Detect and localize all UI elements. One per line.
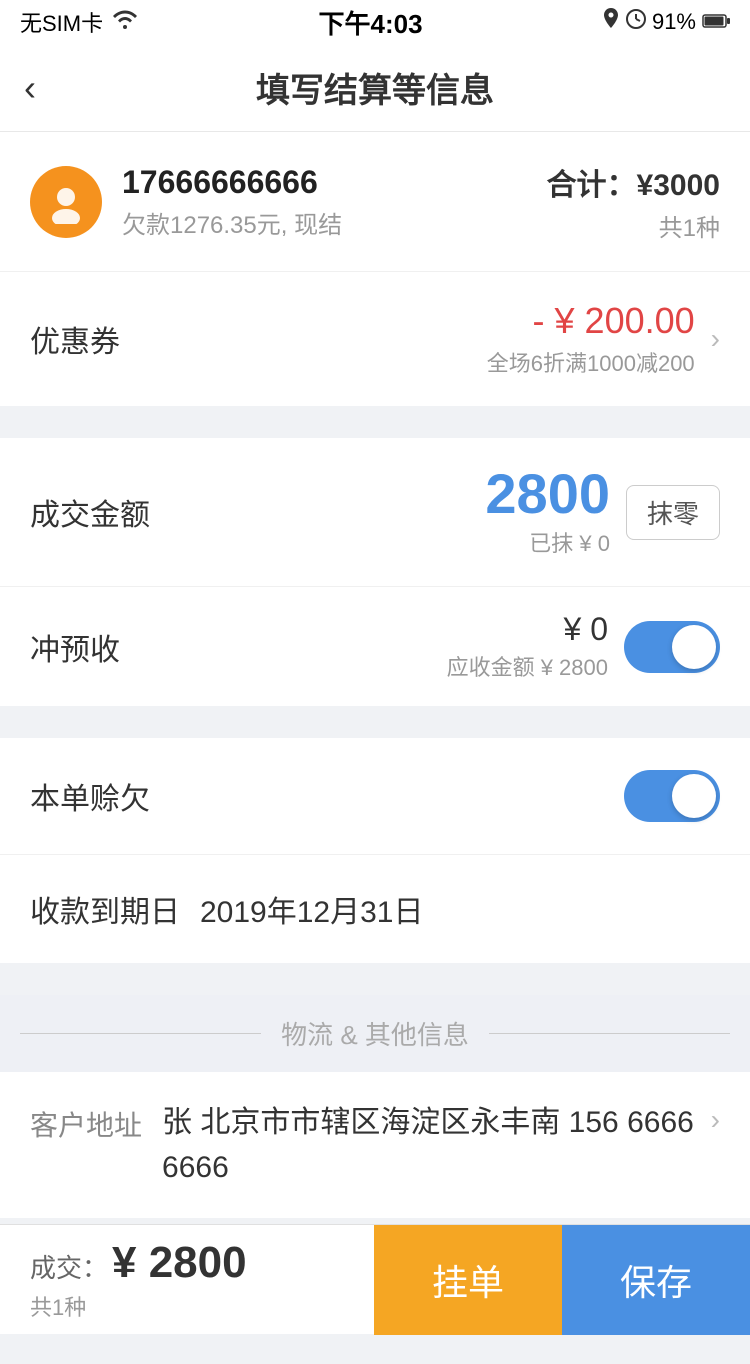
location-icon	[602, 8, 620, 36]
bottom-bar: 成交： ¥ 2800 共1种 挂单 保存	[0, 1224, 750, 1334]
coupon-discount: - ¥ 200.00	[487, 300, 695, 342]
debt-toggle[interactable]	[624, 770, 720, 822]
battery-icon	[702, 9, 730, 35]
total-amount: 合计：¥3000	[547, 160, 720, 204]
bottom-deal-count: 共1种	[30, 1290, 344, 1322]
coupon-desc: 全场6折满1000减200	[487, 346, 695, 378]
bottom-deal-label: 成交：	[30, 1248, 108, 1285]
status-right: 91%	[602, 8, 730, 36]
pre-collect-amount-wrap: ¥ 0 应收金额 ¥ 2800	[447, 611, 608, 682]
pre-collect-label: 冲预收	[30, 625, 447, 669]
nav-bar: ‹ 填写结算等信息	[0, 44, 750, 132]
pre-collect-toggle[interactable]	[624, 621, 720, 673]
wipe-zero-button[interactable]: 抹零	[626, 485, 720, 540]
pre-collect-amount: ¥ 0	[447, 611, 608, 648]
deal-amount-value: 2800	[485, 466, 610, 522]
user-phone: 17666666666	[122, 164, 547, 201]
user-debt: 欠款1276.35元, 现结	[122, 205, 547, 240]
coupon-row[interactable]: 优惠券 - ¥ 200.00 全场6折满1000减200 ›	[0, 271, 750, 406]
coupon-arrow-icon: ›	[711, 323, 720, 355]
clock-icon	[626, 9, 646, 35]
pre-collect-desc: 应收金额 ¥ 2800	[447, 650, 608, 682]
debt-label: 本单赊欠	[30, 774, 624, 818]
coupon-label: 优惠券	[30, 317, 487, 361]
deal-section: 成交金额 2800 已抹 ¥ 0 抹零 冲预收 ¥ 0 应收金额 ¥ 2800	[0, 438, 750, 706]
pre-collect-right: ¥ 0 应收金额 ¥ 2800	[447, 611, 720, 682]
sim-status: 无SIM卡	[20, 6, 103, 38]
separator-1	[0, 422, 750, 438]
deal-amount-right: 2800 已抹 ¥ 0 抹零	[485, 466, 720, 558]
status-time: 下午4:03	[319, 4, 423, 41]
toggle-knob	[672, 625, 716, 669]
debt-row: 本单赊欠	[0, 738, 750, 854]
logistics-divider-text: 物流 & 其他信息	[281, 1015, 469, 1052]
address-section: 客户地址 张 北京市市辖区海淀区永丰南 156 6666 6666 ›	[0, 1072, 750, 1218]
logistics-divider: 物流 & 其他信息	[0, 995, 750, 1072]
deal-wiped-text: 已抹 ¥ 0	[485, 526, 610, 558]
wifi-icon	[111, 9, 139, 35]
user-info-row: 17666666666 欠款1276.35元, 现结 合计：¥3000 共1种	[0, 132, 750, 271]
pre-collect-row: 冲预收 ¥ 0 应收金额 ¥ 2800	[0, 586, 750, 706]
status-bar: 无SIM卡 下午4:03 91%	[0, 0, 750, 44]
status-left: 无SIM卡	[20, 6, 139, 38]
user-info-main: 17666666666 欠款1276.35元, 现结	[122, 164, 547, 240]
total-count: 共1种	[547, 208, 720, 243]
due-date-label: 收款到期日	[30, 887, 180, 931]
user-total: 合计：¥3000 共1种	[547, 160, 720, 243]
separator-3	[0, 979, 750, 995]
battery-percent: 91%	[652, 9, 696, 35]
separator-2	[0, 722, 750, 738]
divider-line-left	[20, 1033, 261, 1034]
address-content: 张 北京市市辖区海淀区永丰南 156 6666 6666	[162, 1100, 711, 1190]
avatar	[30, 166, 102, 238]
divider-line-right	[489, 1033, 730, 1034]
user-info-section: 17666666666 欠款1276.35元, 现结 合计：¥3000 共1种 …	[0, 132, 750, 406]
debt-section: 本单赊欠 收款到期日 2019年12月31日	[0, 738, 750, 963]
save-button[interactable]: 保存	[562, 1225, 750, 1335]
deal-amount-wrap: 2800 已抹 ¥ 0	[485, 466, 610, 558]
coupon-value: - ¥ 200.00 全场6折满1000减200	[487, 300, 695, 378]
back-button[interactable]: ‹	[24, 67, 36, 109]
deal-amount-label: 成交金额	[30, 490, 485, 534]
bottom-info: 成交： ¥ 2800 共1种	[0, 1238, 374, 1322]
hang-order-button[interactable]: 挂单	[374, 1225, 562, 1335]
bottom-deal-amount: ¥ 2800	[112, 1238, 247, 1288]
address-row[interactable]: 客户地址 张 北京市市辖区海淀区永丰南 156 6666 6666 ›	[0, 1072, 750, 1218]
debt-toggle-knob	[672, 774, 716, 818]
address-label: 客户地址	[30, 1100, 142, 1144]
due-date-value: 2019年12月31日	[200, 887, 423, 931]
deal-amount-row: 成交金额 2800 已抹 ¥ 0 抹零	[0, 438, 750, 586]
page-title: 填写结算等信息	[256, 63, 494, 112]
due-date-row: 收款到期日 2019年12月31日	[0, 854, 750, 963]
address-arrow-icon: ›	[711, 1100, 720, 1136]
